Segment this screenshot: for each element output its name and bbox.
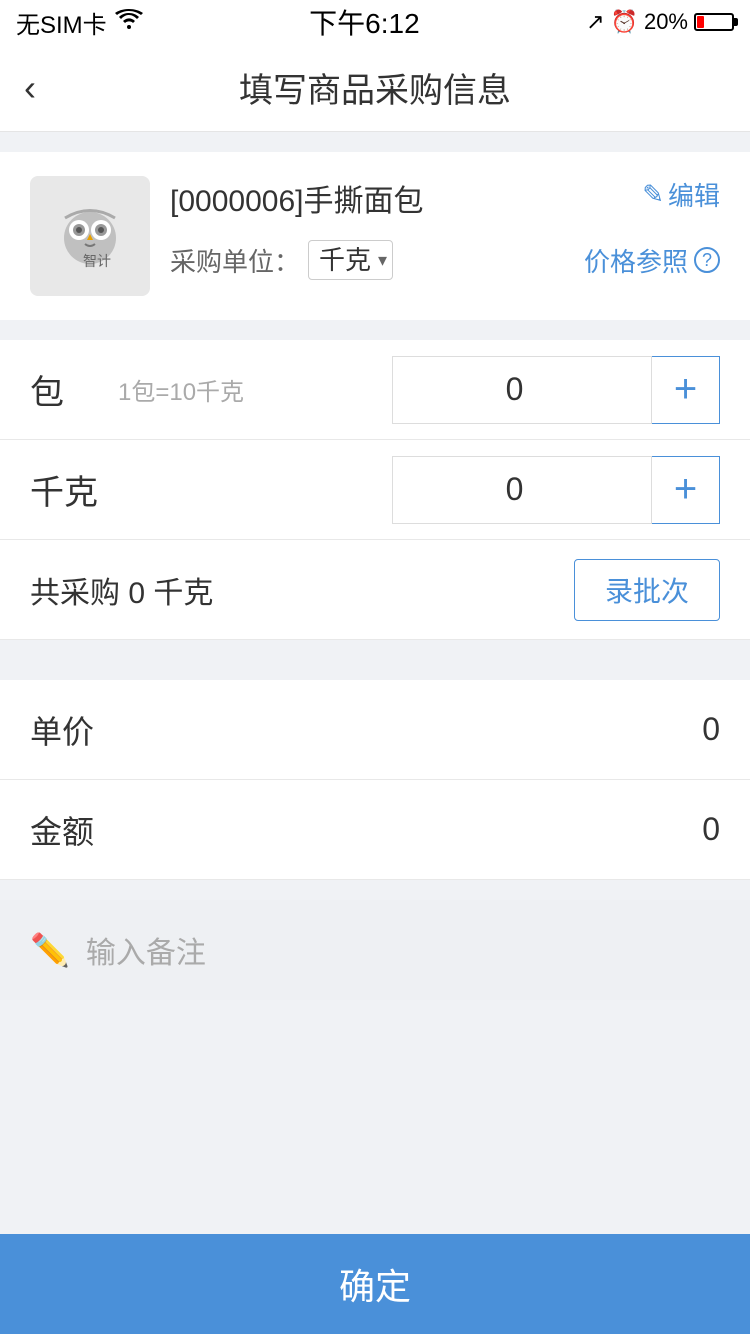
battery-percent: 20%: [644, 9, 688, 35]
help-icon: ?: [694, 247, 720, 273]
notes-section[interactable]: ✏️ 输入备注: [0, 900, 750, 1000]
price-section: 单价 0 金额 0: [0, 680, 750, 880]
price-ref-button[interactable]: 价格参照 ?: [584, 242, 720, 279]
confirm-button[interactable]: 确定: [339, 1258, 411, 1310]
bag-input-control: +: [392, 356, 720, 424]
record-batch-button[interactable]: 录批次: [574, 559, 720, 621]
unit-price-value: 0: [702, 711, 720, 748]
product-name: [0000006]手撕面包: [170, 176, 423, 220]
summary-label: 共采购 0 千克: [30, 568, 213, 612]
summary-row: 共采购 0 千克 录批次: [0, 540, 750, 640]
product-card: 智计 [0000006]手撕面包 ✎ 编辑 采购单位： 千克 价格参照: [0, 152, 750, 320]
kg-label: 千克: [30, 465, 110, 514]
edit-button[interactable]: ✎ 编辑: [642, 176, 720, 213]
kg-input[interactable]: [392, 456, 652, 524]
content-spacer: [0, 1000, 750, 1200]
unit-select-wrap[interactable]: 千克: [308, 240, 393, 280]
notes-placeholder: 输入备注: [86, 928, 206, 972]
kg-input-control: +: [392, 456, 720, 524]
unit-price-row: 单价 0: [0, 680, 750, 780]
bag-plus-button[interactable]: +: [652, 356, 720, 424]
kg-input-row: 千克 +: [0, 440, 750, 540]
amount-label: 金额: [30, 807, 702, 853]
carrier-label: 无SIM卡: [16, 5, 107, 40]
battery-icon: [694, 13, 734, 31]
kg-plus-button[interactable]: +: [652, 456, 720, 524]
bag-hint: 1包=10千克: [118, 372, 392, 407]
nav-bar: ‹ 填写商品采购信息: [0, 44, 750, 132]
input-section: 包 1包=10千克 + 千克 +: [0, 340, 750, 540]
amount-row: 金额 0: [0, 780, 750, 880]
amount-value: 0: [702, 811, 720, 848]
product-info: [0000006]手撕面包 ✎ 编辑 采购单位： 千克 价格参照 ?: [170, 176, 720, 280]
back-button[interactable]: ‹: [24, 67, 36, 109]
status-bar: 无SIM卡 下午6:12 ↗ ⏰ 20%: [0, 0, 750, 44]
unit-price-label: 单价: [30, 707, 702, 753]
page-title: 填写商品采购信息: [239, 63, 511, 112]
pencil-icon: ✏️: [30, 931, 70, 969]
bag-label: 包: [30, 365, 110, 414]
separator-1: [0, 320, 750, 340]
confirm-bar[interactable]: 确定: [0, 1234, 750, 1334]
status-right: ↗ ⏰ 20%: [586, 9, 734, 35]
unit-select[interactable]: 千克: [308, 240, 393, 280]
edit-icon: ✎: [642, 179, 664, 210]
unit-label: 采购单位：: [170, 242, 300, 279]
wifi-icon: [115, 8, 143, 36]
alarm-icon: ⏰: [611, 9, 638, 35]
separator-2: [0, 640, 750, 660]
location-icon: ↗: [586, 9, 604, 35]
product-thumbnail: 智计: [30, 176, 150, 296]
bag-input-row: 包 1包=10千克 +: [0, 340, 750, 440]
status-time: 下午6:12: [309, 2, 420, 42]
status-left: 无SIM卡: [16, 5, 143, 40]
bag-input[interactable]: [392, 356, 652, 424]
product-logo: 智计: [55, 198, 125, 275]
svg-text:智计: 智计: [83, 253, 111, 268]
